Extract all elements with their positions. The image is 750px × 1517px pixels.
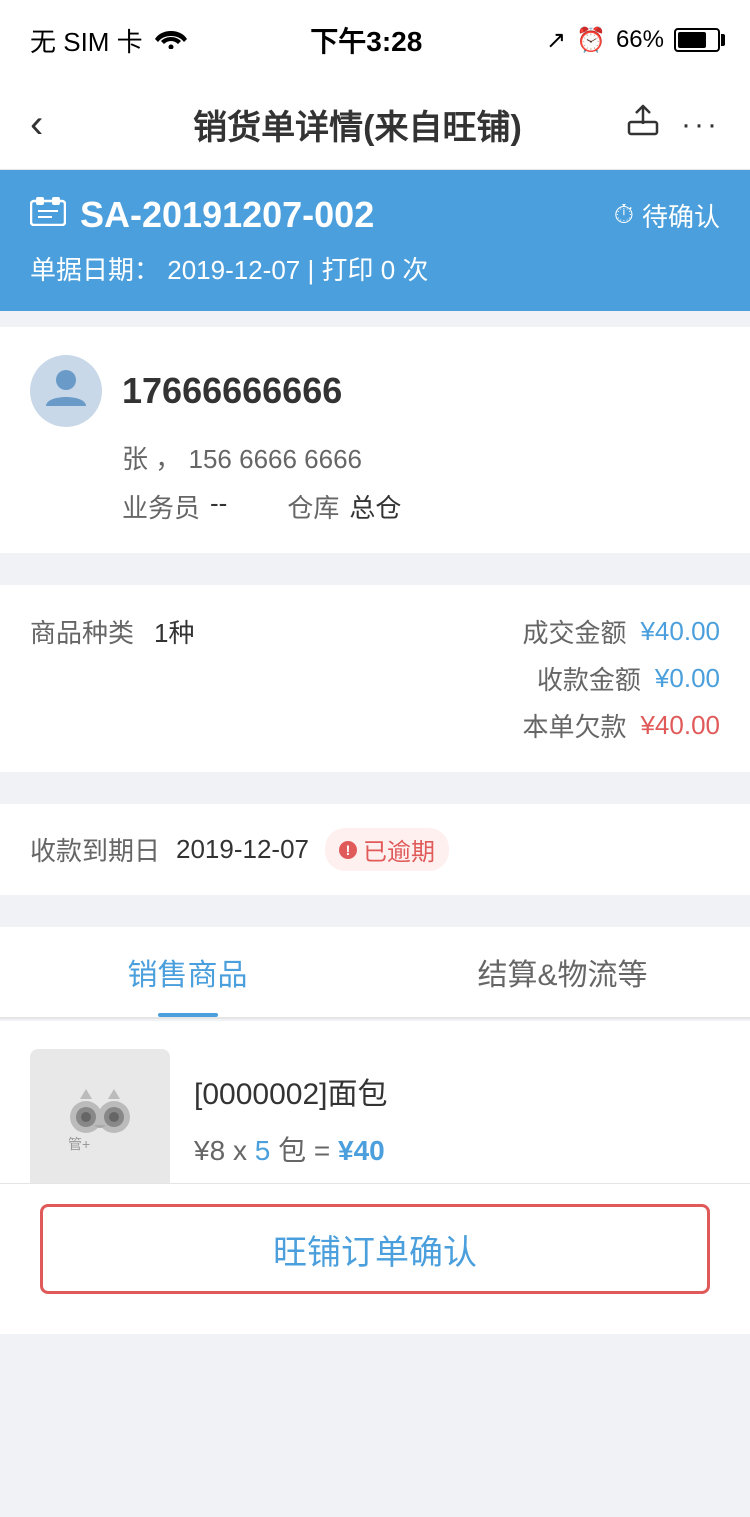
product-price-row: ¥8 x 5 包 = ¥40 [194,1129,720,1169]
due-date-section: 收款到期日 2019-12-07 ! 已逾期 [0,804,750,895]
wifi-icon [155,25,187,56]
customer-main-row: 17666666666 [30,355,720,427]
tab-settlement-label: 结算&物流等 [477,950,647,994]
salesperson-label: 业务员 [122,488,200,525]
owe-label: 本单欠款 [522,707,626,744]
date-label: 单据日期： [30,255,160,285]
overdue-text: 已逾期 [363,832,435,867]
divider-2 [0,569,750,585]
confirm-order-button[interactable]: 旺铺订单确认 [40,1204,710,1294]
tabs-divider [0,1017,750,1019]
more-button[interactable]: ··· [681,108,720,142]
date-value: 2019-12-07 [167,255,300,285]
customer-meta: 业务员 -- 仓库 总仓 [30,488,720,525]
owe-value: ¥40.00 [640,710,720,741]
due-date-value: 2019-12-07 [176,834,309,865]
overdue-badge: ! 已逾期 [325,828,449,871]
location-icon: ↗ [546,26,566,55]
amount-label: 成交金额 [522,613,626,650]
customer-alt-phone: 156 6666 6666 [189,444,363,474]
warehouse-value: 总仓 [349,488,401,525]
received-value: ¥0.00 [655,663,720,694]
nav-bar: ‹ 销货单详情(来自旺铺) ··· [0,80,750,170]
stats-right: 成交金额 ¥40.00 收款金额 ¥0.00 本单欠款 ¥40.00 [375,613,720,744]
order-header: SA-20191207-002 ⏱ 待确认 单据日期： 2019-12-07 |… [0,170,750,311]
owe-row: 本单欠款 ¥40.00 [522,707,720,744]
bottom-bar: 旺铺订单确认 [0,1183,750,1334]
amount-row: 成交金额 ¥40.00 [522,613,720,650]
product-details: [0000002]面包 ¥8 x 5 包 = ¥40 [194,1049,720,1189]
svg-text:管+: 管+ [68,1136,90,1152]
customer-section: 17666666666 张 ， 156 6666 6666 业务员 -- 仓库 … [0,327,750,553]
product-qty: 5 [255,1135,271,1166]
date-separator: | [307,255,321,285]
alarm-icon: ⏰ [576,26,606,55]
received-row: 收款金额 ¥0.00 [537,660,720,697]
status-carrier: 无 SIM 卡 [30,22,187,59]
product-total: ¥40 [338,1135,385,1166]
status-clock-icon: ⏱ [614,199,634,231]
overdue-icon: ! [339,841,357,859]
salesperson-value: -- [210,488,227,525]
product-type-value: 1种 [154,613,194,650]
avatar [30,355,102,427]
product-unit: 包 [278,1135,306,1166]
order-id: SA-20191207-002 [80,194,374,236]
product-price: ¥8 [194,1135,225,1166]
page-title: 销货单详情(来自旺铺) [193,100,522,149]
status-text: 待确认 [642,197,720,234]
stats-left: 商品种类 1种 [30,613,375,650]
divider-1 [0,311,750,327]
product-item: 管+ [0000002]面包 ¥8 x 5 包 = ¥40 [30,1049,720,1189]
tabs-section: 销售商品 结算&物流等 [0,927,750,1017]
tab-sales-products[interactable]: 销售商品 [0,927,375,1017]
print-label: 打印 [321,255,373,285]
status-indicators: ↗ ⏰ 66% [546,26,720,55]
export-button[interactable] [625,102,661,147]
avatar-icon [44,364,88,418]
nav-actions: ··· [625,102,720,147]
customer-name-phone: 张 ， 156 6666 6666 [30,439,720,476]
due-date-label: 收款到期日 [30,831,160,868]
salesperson-item: 业务员 -- [122,488,227,525]
customer-phone: 17666666666 [122,370,342,412]
battery-icon [674,28,720,52]
order-number-row: SA-20191207-002 [30,194,374,236]
tab-sales-label: 销售商品 [128,950,248,994]
divider-3 [0,788,750,804]
status-bar: 无 SIM 卡 下午3:28 ↗ ⏰ 66% [0,0,750,80]
warehouse-label: 仓库 [287,488,339,525]
divider-4 [0,911,750,927]
received-label: 收款金额 [537,660,641,697]
product-type-label: 商品种类 [30,613,134,650]
amount-value: ¥40.00 [640,616,720,647]
battery-percent: 66% [616,26,664,54]
tab-active-underline [158,1013,218,1017]
order-status: ⏱ 待确认 [614,197,720,234]
customer-name: 张 [122,444,148,474]
order-type-icon [30,196,66,235]
stats-section: 商品种类 1种 成交金额 ¥40.00 收款金额 ¥0.00 本单欠款 ¥40.… [0,585,750,772]
product-name: [0000002]面包 [194,1069,720,1113]
warehouse-item: 仓库 总仓 [287,488,401,525]
order-date-row: 单据日期： 2019-12-07 | 打印 0 次 [30,250,720,287]
tab-settlement[interactable]: 结算&物流等 [375,927,750,1017]
status-time: 下午3:28 [310,20,422,60]
product-thumbnail: 管+ [30,1049,170,1189]
carrier-label: 无 SIM 卡 [30,22,143,59]
back-button[interactable]: ‹ [30,102,90,147]
